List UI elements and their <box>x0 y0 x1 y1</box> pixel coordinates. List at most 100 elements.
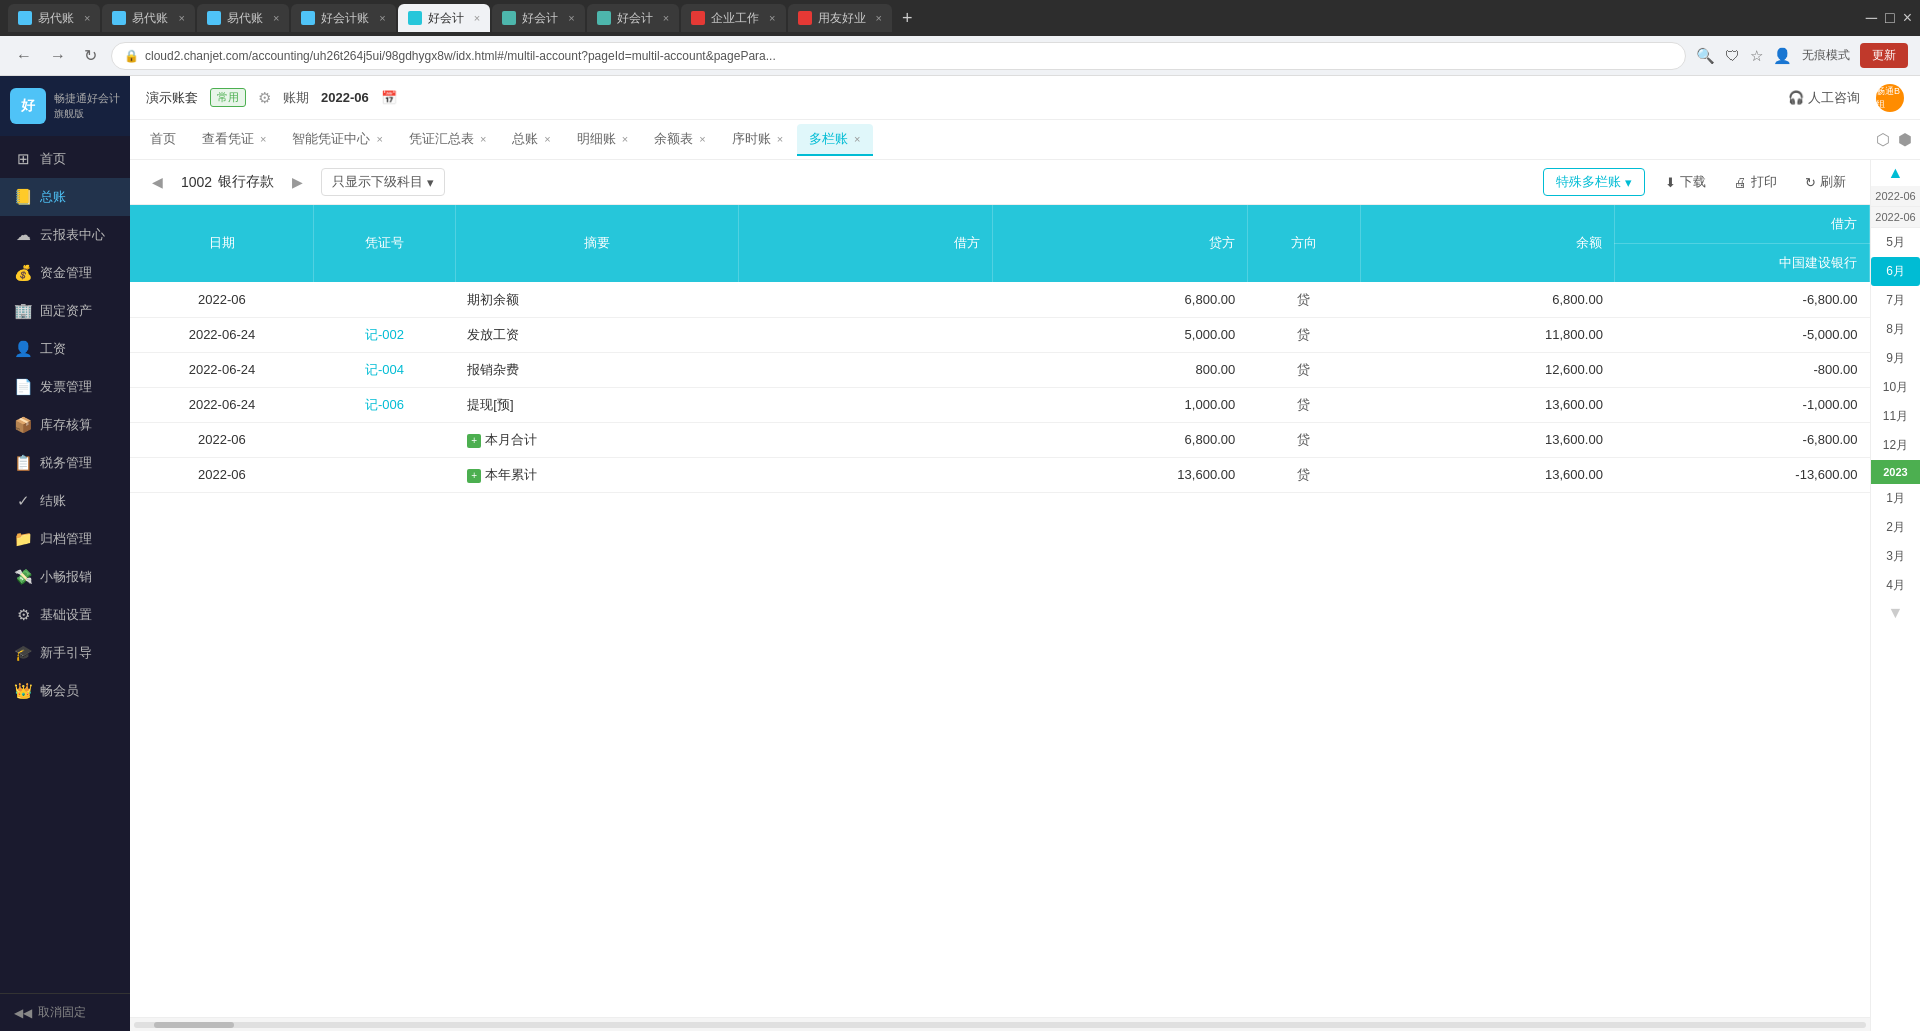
collapse-icon[interactable]: ⬡ <box>1876 130 1890 149</box>
tab-close-4[interactable]: × <box>474 12 480 24</box>
sidebar-item-tax[interactable]: 📋 税务管理 <box>0 444 130 482</box>
browser-tab-4[interactable]: 好会计 × <box>398 4 490 32</box>
month-2022-12[interactable]: 12月 <box>1871 431 1920 460</box>
tab-close-5[interactable]: × <box>568 12 574 24</box>
tab-close-voucher-view[interactable]: × <box>260 133 266 145</box>
search-icon[interactable]: 🔍 <box>1696 47 1715 65</box>
forward-button[interactable]: → <box>46 43 70 69</box>
tab-close-smart-voucher[interactable]: × <box>376 133 382 145</box>
sidebar-item-home[interactable]: ⊞ 首页 <box>0 140 130 178</box>
user-avatar[interactable]: 畅通B组 <box>1876 84 1904 112</box>
tab-close-0[interactable]: × <box>84 12 90 24</box>
sidebar-item-assets[interactable]: 🏢 固定资产 <box>0 292 130 330</box>
tab-close-chronological[interactable]: × <box>777 133 783 145</box>
filter-button[interactable]: 只显示下级科目 ▾ <box>321 168 445 196</box>
browser-tab-5[interactable]: 好会计 × <box>492 4 584 32</box>
star-icon[interactable]: ☆ <box>1750 47 1763 65</box>
horizontal-scrollbar[interactable] <box>130 1017 1870 1031</box>
sidebar-item-close[interactable]: ✓ 结账 <box>0 482 130 520</box>
cell-voucher[interactable]: 记-002 <box>314 317 455 352</box>
url-bar[interactable]: 🔒 cloud2.chanjet.com/accounting/uh26t264… <box>111 42 1686 70</box>
sidebar-item-archive[interactable]: 📁 归档管理 <box>0 520 130 558</box>
refresh-button[interactable]: ↻ 刷新 <box>1797 169 1854 195</box>
tab-balance[interactable]: 余额表 × <box>642 124 717 156</box>
month-2023-4[interactable]: 4月 <box>1871 571 1920 600</box>
print-button[interactable]: 🖨 打印 <box>1726 169 1785 195</box>
tab-close-1[interactable]: × <box>178 12 184 24</box>
cell-voucher[interactable]: 记-004 <box>314 352 455 387</box>
browser-tab-7[interactable]: 企业工作 × <box>681 4 785 32</box>
sidebar-pin-button[interactable]: ◀◀ 取消固定 <box>0 993 130 1031</box>
calendar-icon[interactable]: 📅 <box>381 90 397 105</box>
new-tab-button[interactable]: + <box>894 8 921 29</box>
close-icon[interactable]: × <box>1903 9 1912 27</box>
sidebar-item-expense[interactable]: 💸 小畅报销 <box>0 558 130 596</box>
special-multicolumn-button[interactable]: 特殊多栏账 ▾ <box>1543 168 1645 196</box>
service-button[interactable]: 🎧 人工咨询 <box>1788 89 1860 107</box>
browser-tab-8[interactable]: 用友好业 × <box>788 4 892 32</box>
tab-home[interactable]: 首页 <box>138 124 188 156</box>
tab-multi-column[interactable]: 多栏账 × <box>797 124 872 156</box>
sidebar-item-reports[interactable]: ☁ 云报表中心 <box>0 216 130 254</box>
next-account-button[interactable]: ▶ <box>286 172 309 192</box>
sidebar-item-guide[interactable]: 🎓 新手引导 <box>0 634 130 672</box>
scroll-down-arrow[interactable]: ▼ <box>1871 600 1920 626</box>
minimize-icon[interactable]: ─ <box>1866 9 1877 27</box>
table-row: 2022-06 +本月合计 6,800.00 贷 13,600.00 -6,80… <box>130 422 1870 457</box>
cell-voucher[interactable]: 记-006 <box>314 387 455 422</box>
sidebar-item-invoice[interactable]: 📄 发票管理 <box>0 368 130 406</box>
scroll-up-arrow[interactable]: ▲ <box>1871 160 1920 186</box>
tab-close-multi-column[interactable]: × <box>854 133 860 145</box>
tab-smart-voucher[interactable]: 智能凭证中心 × <box>280 124 394 156</box>
download-button[interactable]: ⬇ 下载 <box>1657 169 1714 195</box>
prev-account-button[interactable]: ◀ <box>146 172 169 192</box>
sidebar-item-member[interactable]: 👑 畅会员 <box>0 672 130 710</box>
sidebar-item-payroll[interactable]: 👤 工资 <box>0 330 130 368</box>
maximize-icon[interactable]: □ <box>1885 9 1895 27</box>
month-2022-5[interactable]: 5月 <box>1871 228 1920 257</box>
tab-voucher-summary[interactable]: 凭证汇总表 × <box>397 124 498 156</box>
tab-close-6[interactable]: × <box>663 12 669 24</box>
month-2023-2[interactable]: 2月 <box>1871 513 1920 542</box>
tab-close-detail-ledger[interactable]: × <box>622 133 628 145</box>
browser-tab-0[interactable]: 易代账 × <box>8 4 100 32</box>
account-settings-icon[interactable]: ⚙ <box>258 89 271 107</box>
tab-close-general-ledger[interactable]: × <box>544 133 550 145</box>
tab-close-2[interactable]: × <box>273 12 279 24</box>
sidebar-item-settings[interactable]: ⚙ 基础设置 <box>0 596 130 634</box>
tab-general-ledger[interactable]: 总账 × <box>500 124 562 156</box>
update-button[interactable]: 更新 <box>1860 43 1908 68</box>
month-2022-9[interactable]: 9月 <box>1871 344 1920 373</box>
month-2023-3[interactable]: 3月 <box>1871 542 1920 571</box>
refresh-button[interactable]: ↻ <box>80 42 101 69</box>
tab-close-balance[interactable]: × <box>699 133 705 145</box>
tab-voucher-view[interactable]: 查看凭证 × <box>190 124 278 156</box>
tab-close-7[interactable]: × <box>769 12 775 24</box>
tab-close-voucher-summary[interactable]: × <box>480 133 486 145</box>
account-code: 1002 <box>181 174 212 190</box>
browser-tab-6[interactable]: 好会计 × <box>587 4 679 32</box>
browser-tab-2[interactable]: 易代账 × <box>197 4 289 32</box>
back-button[interactable]: ← <box>12 43 36 69</box>
month-2022-6[interactable]: 6月 <box>1871 257 1920 286</box>
table-row: 2022-06-24 记-004 报销杂费 800.00 贷 12,600.00… <box>130 352 1870 387</box>
tab-close-3[interactable]: × <box>379 12 385 24</box>
sidebar-item-ledger[interactable]: 📒 总账 <box>0 178 130 216</box>
account-selector[interactable]: 1002 银行存款 <box>181 173 274 191</box>
browser-tab-1[interactable]: 易代账 × <box>102 4 194 32</box>
month-2022-8[interactable]: 8月 <box>1871 315 1920 344</box>
tab-detail-ledger[interactable]: 明细账 × <box>565 124 640 156</box>
month-2023-1[interactable]: 1月 <box>1871 484 1920 513</box>
expand-icon[interactable]: ⬢ <box>1898 130 1912 149</box>
scroll-track[interactable] <box>134 1022 1866 1028</box>
sidebar-item-funds[interactable]: 💰 资金管理 <box>0 254 130 292</box>
sidebar-item-inventory[interactable]: 📦 库存核算 <box>0 406 130 444</box>
tab-chronological[interactable]: 序时账 × <box>720 124 795 156</box>
month-2022-7[interactable]: 7月 <box>1871 286 1920 315</box>
month-2022-11[interactable]: 11月 <box>1871 402 1920 431</box>
tab-close-8[interactable]: × <box>876 12 882 24</box>
month-2022-10[interactable]: 10月 <box>1871 373 1920 402</box>
browser-tab-3[interactable]: 好会计账 × <box>291 4 395 32</box>
profile-icon[interactable]: 👤 <box>1773 47 1792 65</box>
scroll-thumb[interactable] <box>154 1022 234 1028</box>
